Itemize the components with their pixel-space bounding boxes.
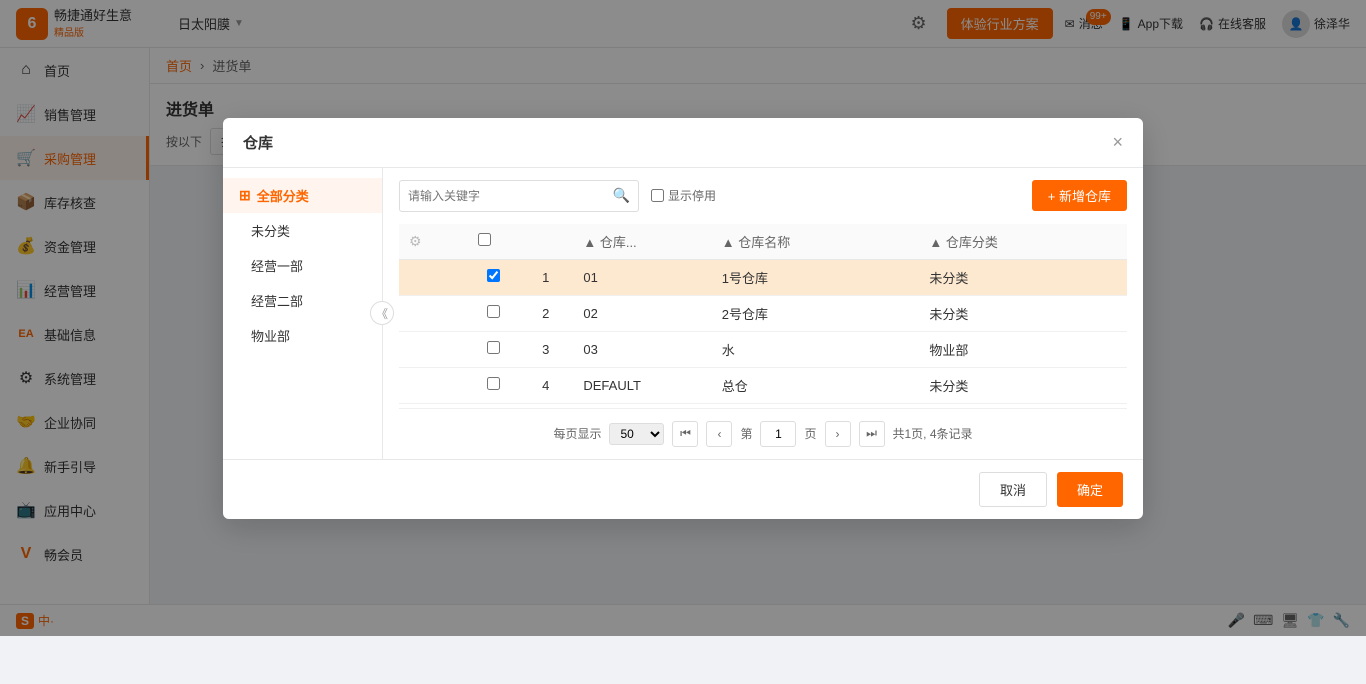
category-panel: ⊞ 全部分类 未分类 经营一部 经营二部 物业部 《 [223,168,383,459]
table-body: 1 01 1号仓库 未分类 2 02 2号仓库 [399,259,1127,403]
row-name: 水 [712,331,920,367]
row-category: 未分类 [919,367,1127,403]
search-box: 🔍 [399,180,639,212]
show-disabled-text: 显示停用 [668,187,716,204]
all-categories-icon: ⊞ [239,187,251,204]
row-checkbox-cell [468,331,518,367]
row-num: 1 [518,259,573,295]
add-warehouse-button[interactable]: + 新增仓库 [1032,180,1127,211]
category-item-dept1[interactable]: 经营一部 [223,248,382,283]
warehouse-table: ⚙ ▲ 仓库... ▲ 仓库名称 ▲ 仓库分类 [399,224,1127,404]
col-header-cat[interactable]: ▲ 仓库分类 [919,224,1127,260]
modal-title: 仓库 [243,132,273,153]
table-row[interactable]: 3 03 水 物业部 [399,331,1127,367]
col-header-num [518,224,573,260]
row-gear [399,295,468,331]
cancel-button[interactable]: 取消 [979,472,1047,507]
row-checkbox-cell [468,295,518,331]
col-header-gear: ⚙ [399,224,468,260]
table-row[interactable]: 2 02 2号仓库 未分类 [399,295,1127,331]
row-category: 未分类 [919,259,1127,295]
per-page-label: 每页显示 [553,425,601,442]
row-name: 总仓 [712,367,920,403]
row-gear [399,367,468,403]
first-page-button[interactable]: ⏮ [672,421,698,447]
confirm-button[interactable]: 确定 [1057,472,1123,507]
row-gear [399,331,468,367]
row-code: DEFAULT [573,367,711,403]
modal-header: 仓库 × [223,118,1143,168]
modal-overlay: 仓库 × ⊞ 全部分类 未分类 经营一部 经营二部 物业部 《 [0,0,1366,636]
last-page-button[interactable]: ⏭ [859,421,885,447]
gear-icon: ⚙ [409,233,422,249]
row-num: 4 [518,367,573,403]
per-page-select[interactable]: 20 50 100 [609,423,664,445]
next-page-button[interactable]: › [825,421,851,447]
search-input[interactable] [408,189,613,203]
row-num: 3 [518,331,573,367]
page-label: 第 [740,425,752,442]
col-header-name[interactable]: ▲ 仓库名称 [712,224,920,260]
table-panel: 🔍 显示停用 + 新增仓库 ⚙ [383,168,1143,459]
category-collapse-button[interactable]: 《 [370,301,394,325]
row-gear [399,259,468,295]
modal-close-button[interactable]: × [1112,132,1123,153]
category-all-item[interactable]: ⊞ 全部分类 [223,178,382,213]
row-category: 未分类 [919,295,1127,331]
row-code: 01 [573,259,711,295]
show-disabled-checkbox[interactable] [651,189,664,202]
col-header-code[interactable]: ▲ 仓库... [573,224,711,260]
warehouse-modal: 仓库 × ⊞ 全部分类 未分类 经营一部 经营二部 物业部 《 [223,118,1143,519]
row-category: 物业部 [919,331,1127,367]
table-header: ⚙ ▲ 仓库... ▲ 仓库名称 ▲ 仓库分类 [399,224,1127,260]
row-checkbox-cell [468,367,518,403]
row-checkbox[interactable] [487,269,500,282]
col-header-check [468,224,518,260]
row-num: 2 [518,295,573,331]
row-checkbox[interactable] [487,305,500,318]
table-row[interactable]: 4 DEFAULT 总仓 未分类 [399,367,1127,403]
category-item-uncategorized[interactable]: 未分类 [223,213,382,248]
search-icon: 🔍 [613,187,630,204]
page-number-input[interactable] [760,421,796,447]
show-disabled-label: 显示停用 [651,187,716,204]
select-all-checkbox[interactable] [478,233,491,246]
page-end-label: 页 [804,425,816,442]
table-toolbar: 🔍 显示停用 + 新增仓库 [399,180,1127,212]
row-checkbox[interactable] [487,377,500,390]
table-row[interactable]: 1 01 1号仓库 未分类 [399,259,1127,295]
prev-page-button[interactable]: ‹ [706,421,732,447]
category-item-property[interactable]: 物业部 [223,318,382,353]
row-checkbox[interactable] [487,341,500,354]
modal-footer: 取消 确定 [223,459,1143,519]
modal-body: ⊞ 全部分类 未分类 经营一部 经营二部 物业部 《 🔍 [223,168,1143,459]
all-categories-label: 全部分类 [257,186,309,205]
row-checkbox-cell [468,259,518,295]
category-item-dept2[interactable]: 经营二部 [223,283,382,318]
row-name: 2号仓库 [712,295,920,331]
row-name: 1号仓库 [712,259,920,295]
table-scroll-area: ⚙ ▲ 仓库... ▲ 仓库名称 ▲ 仓库分类 [399,224,1127,404]
pagination: 每页显示 20 50 100 ⏮ ‹ 第 页 › ⏭ 共1页, 4条记录 [399,408,1127,459]
collapse-icon: 《 [376,305,388,322]
row-code: 03 [573,331,711,367]
row-code: 02 [573,295,711,331]
total-info: 共1页, 4条记录 [893,425,973,442]
